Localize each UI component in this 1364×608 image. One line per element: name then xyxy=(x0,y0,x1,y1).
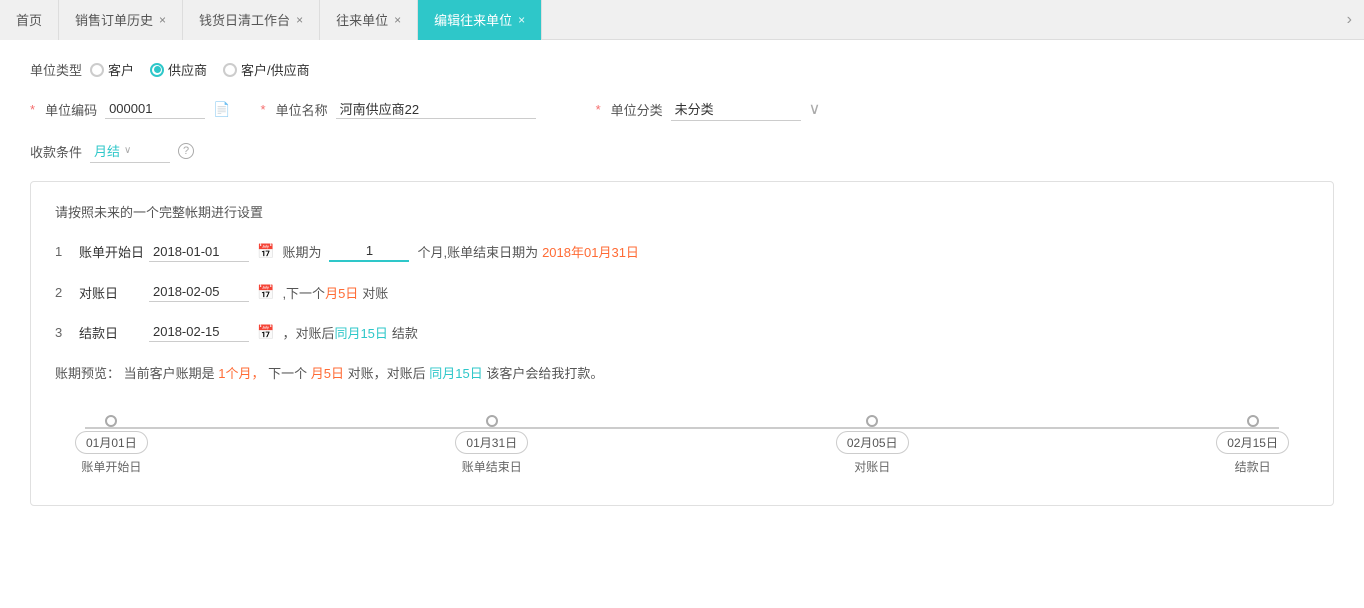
timeline-point-3: 02月05日 对账日 xyxy=(836,415,909,475)
timeline-point-2: 01月31日 账单结束日 xyxy=(455,415,528,475)
timeline-sublabel-4: 结款日 xyxy=(1235,458,1271,475)
settle-suffix-after-1: 个月,账单结束日期为 xyxy=(417,242,538,261)
settlement-section: 请按照未来的一个完整帐期进行设置 1 账单开始日 📅 账期为 个月,账单结束日期… xyxy=(30,181,1334,506)
radio-supplier[interactable]: 供应商 xyxy=(150,60,207,79)
preview-text-4: 该客户会给我打款。 xyxy=(486,366,603,381)
settle-date-input-3[interactable] xyxy=(149,322,249,342)
radio-customer[interactable]: 客户 xyxy=(90,60,134,79)
unit-type-field: 单位类型 客户 供应商 客户/供应商 xyxy=(30,60,310,79)
payment-term-dropdown-arrow: ∨ xyxy=(124,145,131,156)
timeline-label-1: 01月01日 xyxy=(75,431,148,454)
settle-suffix-before-1: 账期为 xyxy=(282,242,321,261)
settle-suffix-2: 对账 xyxy=(362,283,388,302)
timeline-dot-2 xyxy=(486,415,498,427)
payment-term-row: 收款条件 月结 ∨ ? xyxy=(30,139,1334,163)
preview-highlight-1: 1个月， xyxy=(218,366,264,381)
main-content: 单位类型 客户 供应商 客户/供应商 * 单位编码 xyxy=(0,40,1364,608)
unit-name-label: 单位名称 xyxy=(276,100,328,119)
unit-info-row: * 单位编码 📄 * 单位名称 * 单位分类 未分类 ∨ xyxy=(30,97,1334,121)
close-tab-partner[interactable]: × xyxy=(394,13,401,27)
settle-num-2: 2 xyxy=(55,285,79,300)
preview-highlight-2: 月5日 xyxy=(311,366,344,381)
settle-cal-icon-1[interactable]: 📅 xyxy=(257,243,274,260)
timeline-sublabel-1: 账单开始日 xyxy=(81,458,141,475)
unit-category-dropdown-arrow[interactable]: ∨ xyxy=(809,99,821,119)
settle-row-3: 3 结款日 📅 ，对账后 同月15日 结款 xyxy=(55,322,1309,342)
settle-label-3: 结款日 xyxy=(79,323,149,342)
settle-num-1: 1 xyxy=(55,244,79,259)
timeline-dot-3 xyxy=(866,415,878,427)
tabs-expand-button[interactable]: › xyxy=(1335,11,1364,29)
preview-text-block: 账期预览： 当前客户账期是 1个月， 下一个 月5日 对账，对账后 同月15日 … xyxy=(55,362,1309,385)
settle-date-input-1[interactable] xyxy=(149,242,249,262)
timeline-label-4: 02月15日 xyxy=(1216,431,1289,454)
close-tab-edit-partner[interactable]: × xyxy=(518,13,525,27)
payment-term-field: 收款条件 月结 ∨ ? xyxy=(30,139,194,163)
unit-code-icon[interactable]: 📄 xyxy=(213,101,230,118)
payment-term-label: 收款条件 xyxy=(30,142,82,161)
timeline-point-1: 01月01日 账单开始日 xyxy=(75,415,148,475)
settle-highlight-3: 同月15日 xyxy=(334,323,387,342)
tab-sales-history[interactable]: 销售订单历史 × xyxy=(59,0,183,40)
settle-period-input[interactable] xyxy=(329,241,409,262)
radio-supplier-circle xyxy=(150,63,164,77)
settle-num-3: 3 xyxy=(55,325,79,340)
tab-cash-work[interactable]: 钱货日清工作台 × xyxy=(183,0,320,40)
settle-prefix-3: ，对账后 xyxy=(282,323,334,342)
payment-term-value: 月结 xyxy=(94,141,120,160)
close-tab-sales-history[interactable]: × xyxy=(159,13,166,27)
timeline-container: 01月01日 账单开始日 01月31日 账单结束日 02月05日 对账日 xyxy=(55,405,1309,485)
timeline-label-3: 02月05日 xyxy=(836,431,909,454)
settle-row-2: 2 对账日 📅 ,下一个 月5日 对账 xyxy=(55,282,1309,302)
timeline-point-4: 02月15日 结款日 xyxy=(1216,415,1289,475)
tab-partner[interactable]: 往来单位 × xyxy=(320,0,418,40)
unit-category-field: * 单位分类 未分类 ∨ xyxy=(596,97,821,121)
radio-customer-circle xyxy=(90,63,104,77)
settle-cal-icon-3[interactable]: 📅 xyxy=(257,324,274,341)
radio-both-circle xyxy=(223,63,237,77)
help-icon[interactable]: ? xyxy=(178,143,194,159)
unit-type-row: 单位类型 客户 供应商 客户/供应商 xyxy=(30,60,1334,79)
settle-label-2: 对账日 xyxy=(79,283,149,302)
timeline-dot-1 xyxy=(105,415,117,427)
unit-category-label: 单位分类 xyxy=(611,100,663,119)
unit-type-label: 单位类型 xyxy=(30,60,82,79)
timeline-sublabel-3: 对账日 xyxy=(854,458,890,475)
settle-date-input-2[interactable] xyxy=(149,282,249,302)
section-title: 请按照未来的一个完整帐期进行设置 xyxy=(55,202,1309,221)
unit-name-field: * 单位名称 xyxy=(261,99,536,119)
timeline-sublabel-2: 账单结束日 xyxy=(462,458,522,475)
unit-code-input[interactable] xyxy=(105,99,205,119)
unit-category-select[interactable]: 未分类 xyxy=(671,97,801,121)
settle-prefix-2: ,下一个 xyxy=(282,283,325,302)
settle-highlight-2: 月5日 xyxy=(325,283,358,302)
tab-edit-partner[interactable]: 编辑往来单位 × xyxy=(418,0,542,40)
preview-text-2: 下一个 xyxy=(268,366,307,381)
tabs-bar: 首页 销售订单历史 × 钱货日清工作台 × 往来单位 × 编辑往来单位 × › xyxy=(0,0,1364,40)
preview-label: 账期预览： xyxy=(55,366,120,381)
timeline-dot-4 xyxy=(1247,415,1259,427)
unit-name-input[interactable] xyxy=(336,99,536,119)
preview-text-1: 当前客户账期是 xyxy=(124,366,215,381)
payment-term-select[interactable]: 月结 ∨ xyxy=(90,139,170,163)
tab-home[interactable]: 首页 xyxy=(0,0,59,40)
preview-highlight-3: 同月15日 xyxy=(429,366,482,381)
settle-row-1: 1 账单开始日 📅 账期为 个月,账单结束日期为 2018年01月31日 xyxy=(55,241,1309,262)
close-tab-cash-work[interactable]: × xyxy=(296,13,303,27)
unit-type-radio-group: 客户 供应商 客户/供应商 xyxy=(90,60,310,79)
unit-code-field: * 单位编码 📄 xyxy=(30,99,231,119)
settle-highlight-1: 2018年01月31日 xyxy=(542,242,639,261)
preview-text-3: 对账，对账后 xyxy=(348,366,426,381)
timeline-points: 01月01日 账单开始日 01月31日 账单结束日 02月05日 对账日 xyxy=(75,415,1289,475)
unit-code-label: 单位编码 xyxy=(45,100,97,119)
radio-both[interactable]: 客户/供应商 xyxy=(223,60,310,79)
timeline-label-2: 01月31日 xyxy=(455,431,528,454)
settle-suffix-3: 结款 xyxy=(392,323,418,342)
unit-category-value: 未分类 xyxy=(675,99,714,118)
settle-cal-icon-2[interactable]: 📅 xyxy=(257,284,274,301)
settle-label-1: 账单开始日 xyxy=(79,242,149,261)
